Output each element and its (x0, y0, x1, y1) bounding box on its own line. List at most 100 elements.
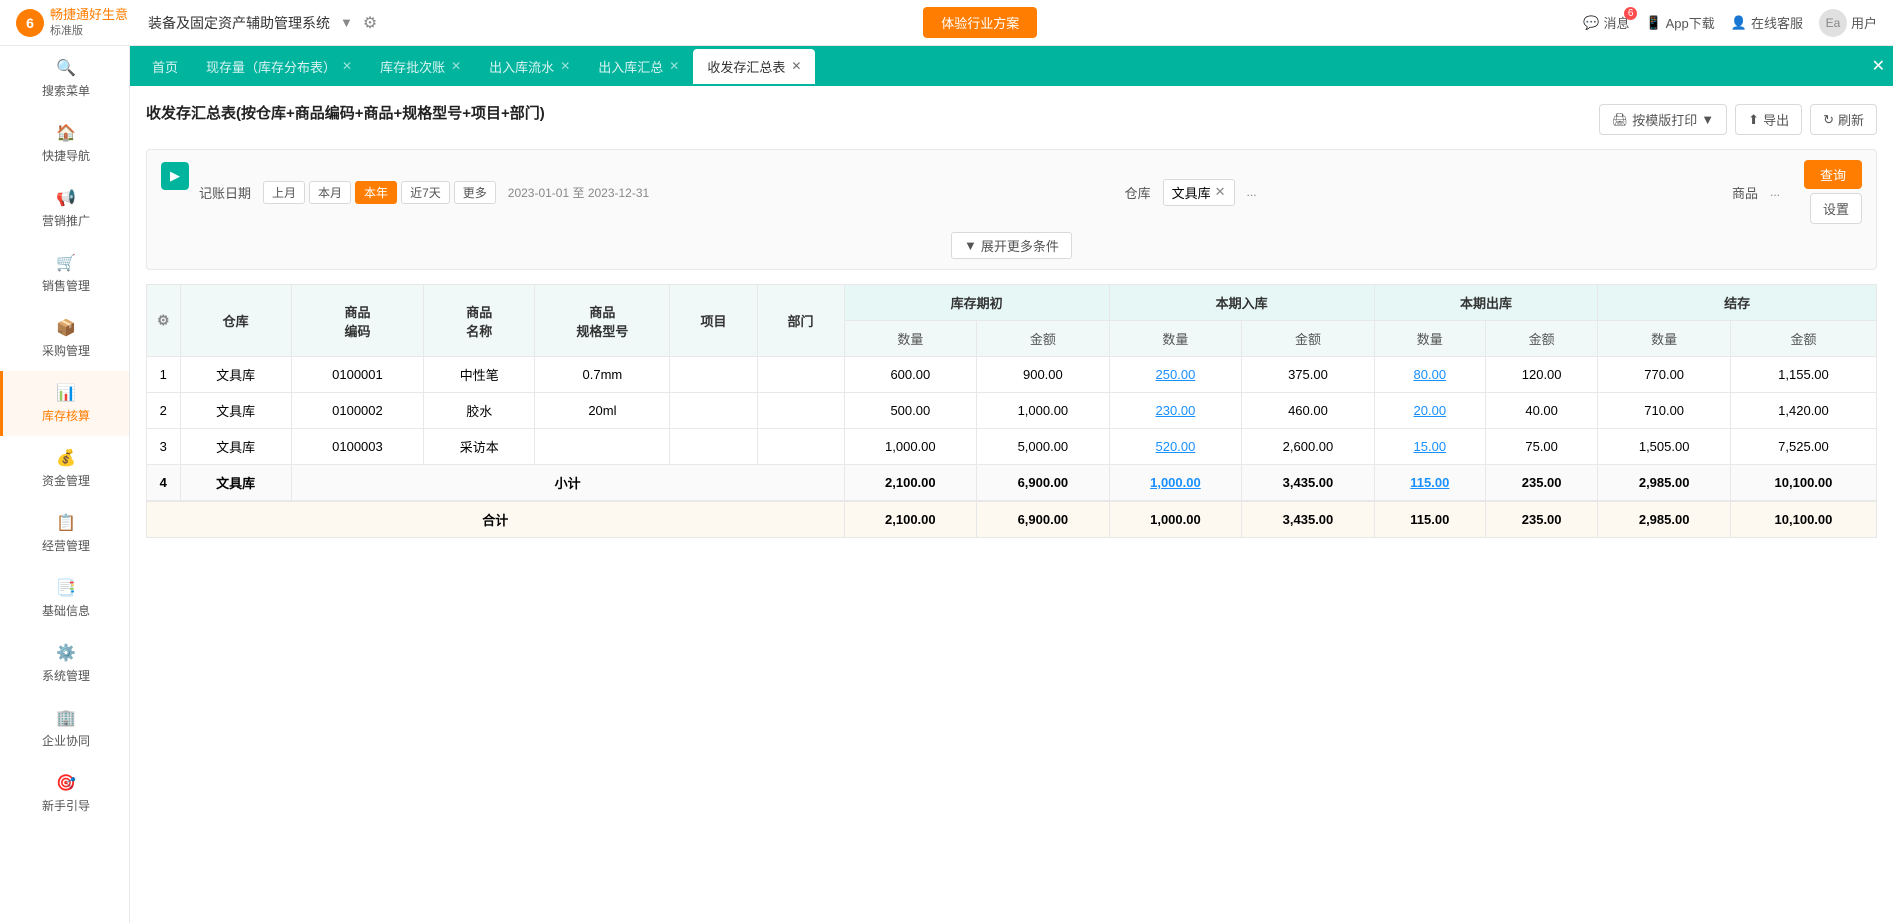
sidebar-item-enterprise[interactable]: 🏢 企业协同 (0, 696, 129, 761)
date-btn-last-month[interactable]: 上月 (263, 181, 305, 204)
cell-out-qty[interactable]: 20.00 (1374, 393, 1485, 429)
cell-spec: 0.7mm (535, 357, 670, 393)
online-service-item[interactable]: 👤 在线客服 (1731, 13, 1803, 32)
main-layout: 🔍 搜索菜单 🏠 快捷导航 📢 营销推广 🛒 销售管理 📦 采购管理 📊 库存核… (0, 46, 1893, 923)
cell-out-qty[interactable]: 15.00 (1374, 429, 1485, 465)
filter-expand-arrow[interactable]: ▶ (161, 162, 189, 190)
warehouse-tag-close[interactable]: ✕ (1215, 184, 1226, 200)
dropdown-arrow-icon[interactable]: ▼ (340, 15, 353, 30)
tab-inout-summary[interactable]: 出入库汇总 ✕ (584, 49, 693, 84)
sidebar-item-basic[interactable]: 📑 基础信息 (0, 566, 129, 631)
header-center: 体验行业方案 (377, 7, 1583, 38)
trial-button[interactable]: 体验行业方案 (923, 7, 1037, 38)
subtotal-warehouse: 文具库 (180, 465, 291, 502)
cell-init-amt: 1,000.00 (977, 393, 1110, 429)
avatar: Ea (1819, 9, 1847, 37)
warehouse-more[interactable]: ... (1247, 185, 1257, 199)
cell-warehouse: 文具库 (180, 429, 291, 465)
app-download-item[interactable]: 📱 App下载 (1645, 13, 1714, 32)
cell-out-amt: 120.00 (1485, 357, 1597, 393)
sidebar-item-operation[interactable]: 📋 经营管理 (0, 501, 129, 566)
subtotal-init-amt: 6,900.00 (977, 465, 1110, 502)
sidebar-label-marketing: 营销推广 (42, 212, 90, 229)
th-dept: 部门 (757, 285, 844, 357)
th-project: 项目 (670, 285, 757, 357)
sidebar-label-quick-nav: 快捷导航 (42, 147, 90, 164)
goods-more[interactable]: ... (1770, 185, 1780, 199)
subtotal-out-qty[interactable]: 115.00 (1374, 465, 1485, 502)
tab-receive-summary[interactable]: 收发存汇总表 ✕ (693, 49, 815, 84)
sidebar-item-quick-nav[interactable]: 🏠 快捷导航 (0, 111, 129, 176)
cell-dept (757, 393, 844, 429)
th-settings: ⚙ (147, 285, 181, 357)
data-table: ⚙ 仓库 商品编码 商品名称 商品规格型号 项目 部门 库存期初 本期入库 本期… (146, 284, 1877, 538)
subtotal-in-qty[interactable]: 1,000.00 (1109, 465, 1242, 502)
sidebar-item-guide[interactable]: 🎯 新手引导 (0, 761, 129, 826)
date-btn-7days[interactable]: 近7天 (401, 181, 450, 204)
search-icon: 🔍 (56, 58, 76, 78)
cell-out-qty[interactable]: 80.00 (1374, 357, 1485, 393)
sidebar-item-marketing[interactable]: 📢 营销推广 (0, 176, 129, 241)
message-icon: 💬 (1583, 15, 1599, 31)
enterprise-icon: 🏢 (56, 708, 76, 728)
tab-inout-flow-close[interactable]: ✕ (560, 59, 570, 73)
cell-in-qty[interactable]: 520.00 (1109, 429, 1242, 465)
tab-stock-dist-close[interactable]: ✕ (342, 59, 352, 73)
tab-bar-close[interactable]: ✕ (1872, 56, 1885, 76)
sidebar-item-purchase[interactable]: 📦 采购管理 (0, 306, 129, 371)
messages-item[interactable]: 💬 消息 6 (1583, 13, 1629, 32)
tab-batch-ledger[interactable]: 库存批次账 ✕ (366, 49, 475, 84)
messages-badge: 6 (1624, 7, 1638, 20)
inventory-icon: 📊 (56, 383, 76, 403)
sidebar-label-guide: 新手引导 (42, 797, 90, 814)
total-out-qty: 115.00 (1374, 501, 1485, 538)
logo-text: 畅捷通好生意 (50, 7, 128, 23)
refresh-button[interactable]: ↻ 刷新 (1810, 104, 1877, 135)
tab-stock-dist[interactable]: 现存量（库存分布表） ✕ (192, 49, 366, 84)
query-button[interactable]: 查询 (1804, 160, 1862, 189)
date-btn-this-year[interactable]: 本年 (355, 181, 397, 204)
th-balance: 结存 (1598, 285, 1877, 321)
sidebar-item-inventory[interactable]: 📊 库存核算 (0, 371, 129, 436)
settings-button[interactable]: 设置 (1810, 193, 1862, 224)
cell-out-amt: 40.00 (1485, 393, 1597, 429)
refresh-icon: ↻ (1823, 112, 1834, 128)
sidebar-label-inventory: 库存核算 (42, 407, 90, 424)
cell-name: 胶水 (424, 393, 535, 429)
date-btn-more[interactable]: 更多 (454, 181, 496, 204)
sidebar-label-system: 系统管理 (42, 667, 90, 684)
cell-spec: 20ml (535, 393, 670, 429)
sidebar-item-search[interactable]: 🔍 搜索菜单 (0, 46, 129, 111)
tab-home-label: 首页 (152, 57, 178, 76)
sidebar-item-finance[interactable]: 💰 资金管理 (0, 436, 129, 501)
sidebar-item-sales[interactable]: 🛒 销售管理 (0, 241, 129, 306)
th-warehouse: 仓库 (180, 285, 291, 357)
cell-bal-qty: 710.00 (1598, 393, 1731, 429)
cell-code: 0100003 (291, 429, 424, 465)
cell-in-qty[interactable]: 250.00 (1109, 357, 1242, 393)
sidebar-label-basic: 基础信息 (42, 602, 90, 619)
tab-home[interactable]: 首页 (138, 49, 192, 84)
user-item[interactable]: Ea 用户 (1819, 9, 1877, 37)
expand-down-icon: ▼ (964, 238, 977, 253)
tab-inout-flow[interactable]: 出入库流水 ✕ (475, 49, 584, 84)
export-button[interactable]: ⬆ 导出 (1735, 104, 1802, 135)
sidebar-item-system[interactable]: ⚙️ 系统管理 (0, 631, 129, 696)
tab-receive-summary-close[interactable]: ✕ (791, 59, 801, 73)
cell-in-qty[interactable]: 230.00 (1109, 393, 1242, 429)
cell-in-amt: 375.00 (1242, 357, 1375, 393)
print-button[interactable]: 🖨 按模版打印 ▼ (1599, 104, 1727, 135)
table-settings-icon[interactable]: ⚙ (157, 312, 170, 328)
settings-icon[interactable]: ⚙ (363, 13, 377, 33)
table-row: 1 文具库 0100001 中性笔 0.7mm 600.00 900.00 25… (147, 357, 1877, 393)
th-init-amt: 金额 (977, 321, 1110, 357)
th-goods-spec: 商品规格型号 (535, 285, 670, 357)
cell-project (670, 393, 757, 429)
page-inner: 收发存汇总表(按仓库+商品编码+商品+规格型号+项目+部门) 🖨 按模版打印 ▼… (130, 86, 1893, 923)
tab-inout-summary-close[interactable]: ✕ (669, 59, 679, 73)
header-left: 6 畅捷通好生意 标准版 装备及固定资产辅助管理系统 ▼ ⚙ (16, 7, 377, 39)
expand-btn[interactable]: ▼ 展开更多条件 (951, 232, 1072, 259)
cell-bal-amt: 1,420.00 (1730, 393, 1876, 429)
date-btn-this-month[interactable]: 本月 (309, 181, 351, 204)
tab-batch-ledger-close[interactable]: ✕ (451, 59, 461, 73)
